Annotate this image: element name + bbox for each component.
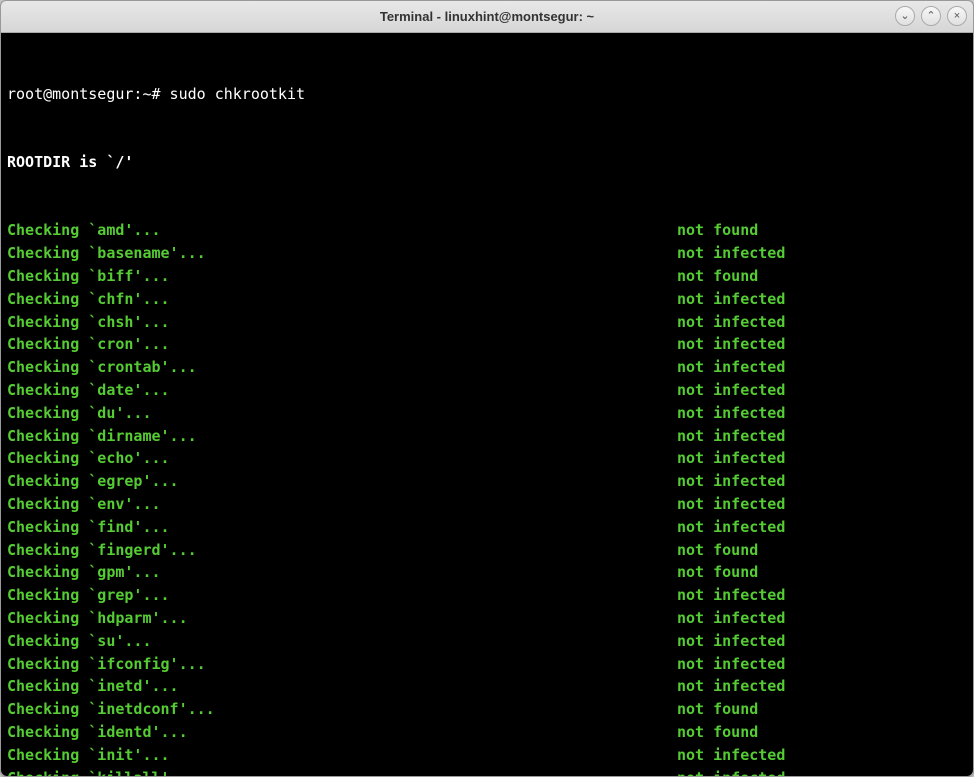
check-status: not infected — [677, 744, 785, 767]
check-label: Checking `ifconfig'... — [7, 653, 677, 676]
check-status: not infected — [677, 493, 785, 516]
check-label: Checking `env'... — [7, 493, 677, 516]
check-status: not infected — [677, 470, 785, 493]
terminal-content: root@montsegur:~# sudo chkrootkit ROOTDI… — [7, 37, 967, 776]
check-label: Checking `grep'... — [7, 584, 677, 607]
check-line: Checking `dirname'...not infected — [7, 425, 967, 448]
check-label: Checking `date'... — [7, 379, 677, 402]
check-label: Checking `hdparm'... — [7, 607, 677, 630]
check-line: Checking `identd'...not found — [7, 721, 967, 744]
check-label: Checking `dirname'... — [7, 425, 677, 448]
check-line: Checking `su'...not infected — [7, 630, 967, 653]
check-status: not infected — [677, 447, 785, 470]
terminal-body[interactable]: root@montsegur:~# sudo chkrootkit ROOTDI… — [1, 33, 973, 776]
minimize-button[interactable]: ⌄ — [895, 6, 915, 26]
check-label: Checking `find'... — [7, 516, 677, 539]
check-status: not infected — [677, 584, 785, 607]
check-line: Checking `crontab'...not infected — [7, 356, 967, 379]
check-line: Checking `ifconfig'...not infected — [7, 653, 967, 676]
check-line: Checking `chfn'...not infected — [7, 288, 967, 311]
check-label: Checking `identd'... — [7, 721, 677, 744]
check-line: Checking `chsh'...not infected — [7, 311, 967, 334]
check-status: not found — [677, 265, 758, 288]
check-label: Checking `echo'... — [7, 447, 677, 470]
check-line: Checking `inetdconf'...not found — [7, 698, 967, 721]
check-line: Checking `find'...not infected — [7, 516, 967, 539]
check-status: not infected — [677, 675, 785, 698]
check-status: not infected — [677, 242, 785, 265]
check-line: Checking `cron'...not infected — [7, 333, 967, 356]
check-status: not infected — [677, 516, 785, 539]
rootdir-line: ROOTDIR is `/' — [7, 151, 967, 174]
check-line: Checking `killall'...not infected — [7, 767, 967, 777]
check-line: Checking `env'...not infected — [7, 493, 967, 516]
check-status: not found — [677, 561, 758, 584]
window-controls: ⌄ ⌃ × — [895, 6, 967, 26]
check-status: not found — [677, 539, 758, 562]
maximize-button[interactable]: ⌃ — [921, 6, 941, 26]
check-status: not infected — [677, 288, 785, 311]
check-status: not infected — [677, 425, 785, 448]
check-status: not infected — [677, 333, 785, 356]
check-status: not infected — [677, 767, 785, 777]
check-label: Checking `basename'... — [7, 242, 677, 265]
check-line: Checking `du'...not infected — [7, 402, 967, 425]
terminal-window: Terminal - linuxhint@montsegur: ~ ⌄ ⌃ × … — [0, 0, 974, 777]
check-line: Checking `date'...not infected — [7, 379, 967, 402]
check-line: Checking `amd'...not found — [7, 219, 967, 242]
check-line: Checking `hdparm'...not infected — [7, 607, 967, 630]
check-line: Checking `basename'...not infected — [7, 242, 967, 265]
check-status: not found — [677, 698, 758, 721]
check-label: Checking `du'... — [7, 402, 677, 425]
check-status: not infected — [677, 607, 785, 630]
check-label: Checking `crontab'... — [7, 356, 677, 379]
check-status: not infected — [677, 379, 785, 402]
check-label: Checking `killall'... — [7, 767, 677, 777]
check-results: Checking `amd'...not foundChecking `base… — [7, 219, 967, 776]
check-label: Checking `cron'... — [7, 333, 677, 356]
check-label: Checking `inetd'... — [7, 675, 677, 698]
check-status: not infected — [677, 311, 785, 334]
check-label: Checking `biff'... — [7, 265, 677, 288]
check-label: Checking `inetdconf'... — [7, 698, 677, 721]
check-status: not infected — [677, 653, 785, 676]
check-status: not found — [677, 721, 758, 744]
check-label: Checking `amd'... — [7, 219, 677, 242]
check-line: Checking `echo'...not infected — [7, 447, 967, 470]
check-line: Checking `biff'...not found — [7, 265, 967, 288]
window-title: Terminal - linuxhint@montsegur: ~ — [380, 9, 594, 24]
check-label: Checking `fingerd'... — [7, 539, 677, 562]
check-label: Checking `init'... — [7, 744, 677, 767]
check-label: Checking `chfn'... — [7, 288, 677, 311]
check-label: Checking `gpm'... — [7, 561, 677, 584]
check-label: Checking `su'... — [7, 630, 677, 653]
check-line: Checking `inetd'...not infected — [7, 675, 967, 698]
check-status: not found — [677, 219, 758, 242]
close-button[interactable]: × — [947, 6, 967, 26]
check-label: Checking `chsh'... — [7, 311, 677, 334]
check-status: not infected — [677, 630, 785, 653]
titlebar[interactable]: Terminal - linuxhint@montsegur: ~ ⌄ ⌃ × — [1, 1, 973, 33]
check-line: Checking `fingerd'...not found — [7, 539, 967, 562]
check-label: Checking `egrep'... — [7, 470, 677, 493]
check-line: Checking `init'...not infected — [7, 744, 967, 767]
check-line: Checking `egrep'...not infected — [7, 470, 967, 493]
check-status: not infected — [677, 402, 785, 425]
check-line: Checking `grep'...not infected — [7, 584, 967, 607]
prompt-line: root@montsegur:~# sudo chkrootkit — [7, 83, 967, 106]
check-status: not infected — [677, 356, 785, 379]
check-line: Checking `gpm'...not found — [7, 561, 967, 584]
